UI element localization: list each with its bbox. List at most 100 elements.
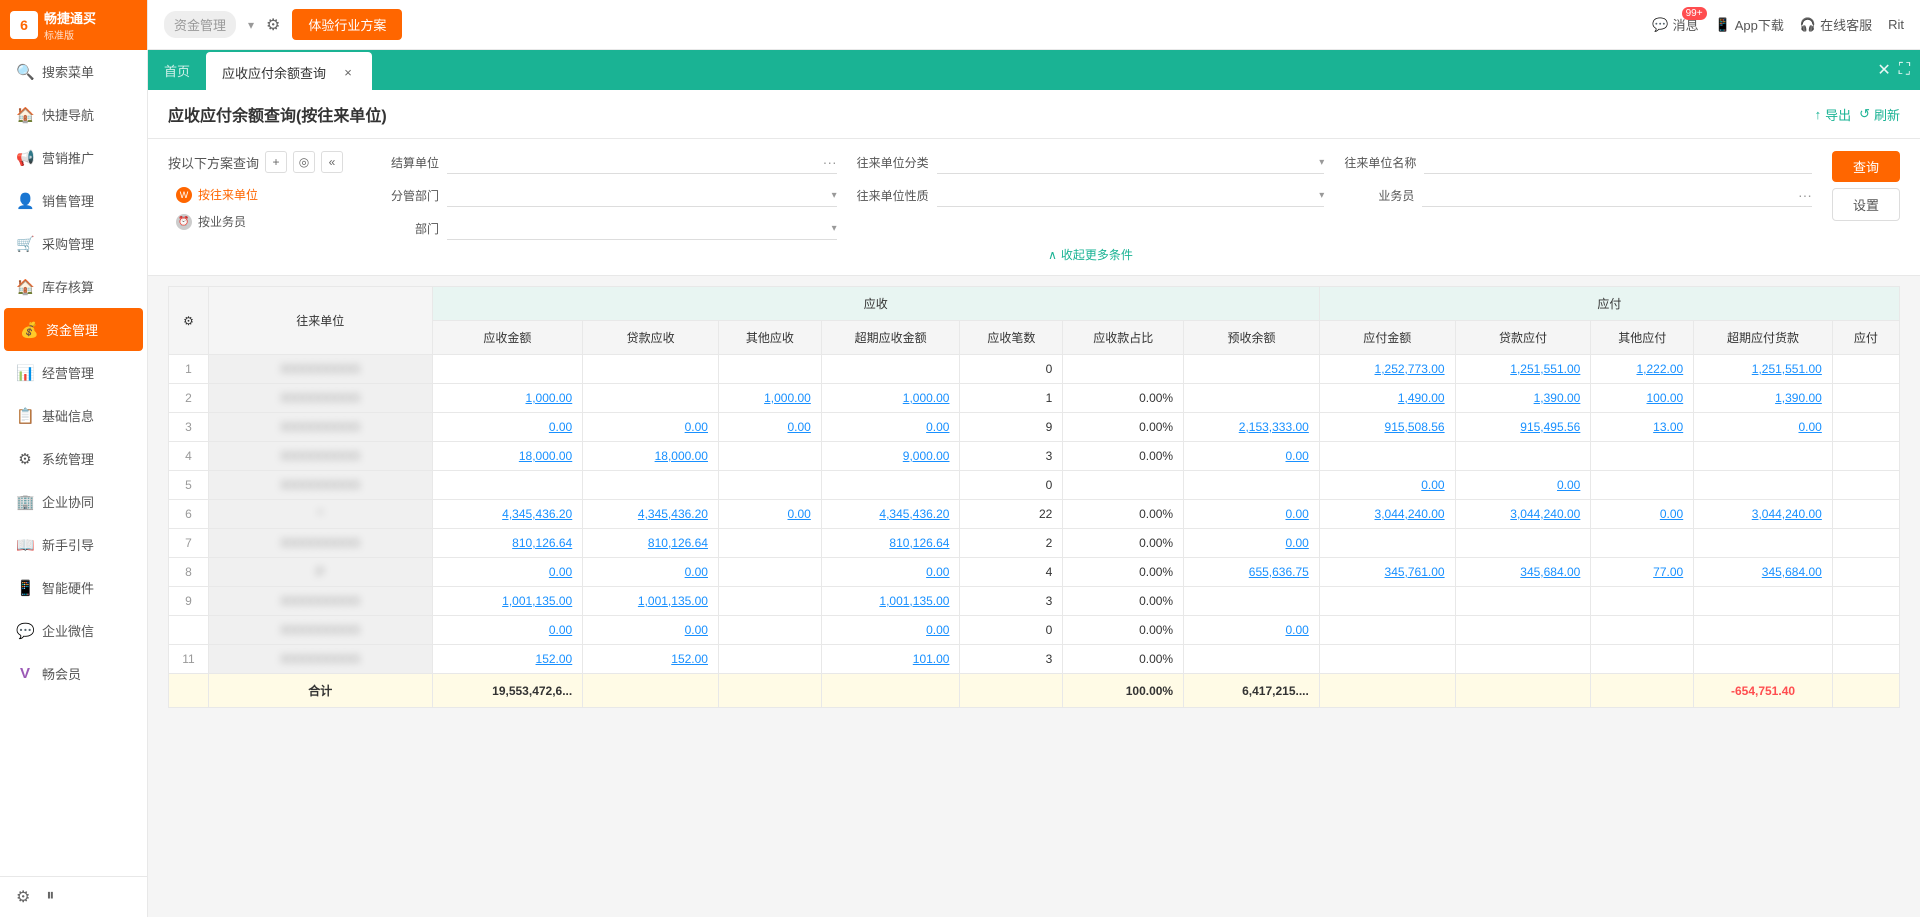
other-receivable-cell[interactable] (718, 355, 821, 384)
overdue-receivable-cell[interactable] (821, 471, 960, 500)
sidebar-item-enterprise[interactable]: 🏢 企业协同 (0, 480, 147, 523)
payable-amt-cell[interactable]: 345,761.00 (1319, 558, 1455, 587)
other-payable-cell[interactable] (1591, 529, 1694, 558)
loan-receivable-cell[interactable] (583, 355, 719, 384)
receivable-amt-cell[interactable] (432, 355, 583, 384)
settlement-dots-icon[interactable]: ··· (823, 154, 837, 170)
loan-payable-cell[interactable] (1455, 529, 1591, 558)
sidebar-item-purchase[interactable]: 🛒 采购管理 (0, 222, 147, 265)
payable-amt-cell[interactable] (1319, 587, 1455, 616)
overdue-receivable-cell[interactable]: 101.00 (821, 645, 960, 674)
other-payable-cell[interactable] (1591, 442, 1694, 471)
loan-receivable-cell[interactable] (583, 384, 719, 413)
loan-receivable-cell[interactable]: 18,000.00 (583, 442, 719, 471)
overdue-receivable-cell[interactable]: 0.00 (821, 413, 960, 442)
sidebar-item-search[interactable]: 🔍 搜索菜单 (0, 50, 147, 93)
loan-receivable-cell[interactable]: 4,345,436.20 (583, 500, 719, 529)
sidebar-item-hardware[interactable]: 📱 智能硬件 (0, 566, 147, 609)
other-payable-cell[interactable] (1591, 587, 1694, 616)
receivable-amt-cell[interactable]: 1,001,135.00 (432, 587, 583, 616)
loan-receivable-cell[interactable]: 0.00 (583, 616, 719, 645)
loan-payable-cell[interactable]: 915,495.56 (1455, 413, 1591, 442)
loan-payable-cell[interactable] (1455, 587, 1591, 616)
sidebar-item-system[interactable]: ⚙ 系统管理 (0, 437, 147, 480)
payable-amt-cell[interactable]: 915,508.56 (1319, 413, 1455, 442)
overdue-receivable-cell[interactable]: 1,000.00 (821, 384, 960, 413)
add-filter-btn[interactable]: + (265, 151, 287, 173)
other-payable-cell[interactable]: 77.00 (1591, 558, 1694, 587)
sidebar-item-capital[interactable]: 💰 资金管理 (4, 308, 143, 351)
other-receivable-cell[interactable] (718, 645, 821, 674)
receivable-amt-cell[interactable]: 152.00 (432, 645, 583, 674)
overdue-receivable-cell[interactable]: 4,345,436.20 (821, 500, 960, 529)
loan-receivable-cell[interactable]: 0.00 (583, 413, 719, 442)
payable-amt-cell[interactable] (1319, 529, 1455, 558)
prepaid-balance-cell[interactable]: 0.00 (1184, 500, 1320, 529)
overdue-receivable-cell[interactable] (821, 355, 960, 384)
receivable-amt-cell[interactable]: 0.00 (432, 558, 583, 587)
loan-receivable-cell[interactable]: 1,001,135.00 (583, 587, 719, 616)
other-receivable-cell[interactable] (718, 471, 821, 500)
salesman-dots-icon[interactable]: ··· (1798, 187, 1812, 203)
prepaid-balance-cell[interactable] (1184, 645, 1320, 674)
overdue-receivable-cell[interactable]: 9,000.00 (821, 442, 960, 471)
overdue-receivable-cell[interactable]: 1,001,135.00 (821, 587, 960, 616)
prepaid-balance-cell[interactable]: 655,636.75 (1184, 558, 1320, 587)
trial-button[interactable]: 体验行业方案 (292, 9, 402, 40)
loan-receivable-cell[interactable] (583, 471, 719, 500)
other-receivable-cell[interactable] (718, 587, 821, 616)
overdue-payable-cell[interactable] (1694, 471, 1833, 500)
receivable-amt-cell[interactable]: 0.00 (432, 413, 583, 442)
overdue-payable-cell[interactable]: 345,684.00 (1694, 558, 1833, 587)
other-payable-cell[interactable]: 0.00 (1591, 500, 1694, 529)
partner-name-input[interactable] (1424, 151, 1812, 173)
prepaid-balance-cell[interactable]: 2,153,333.00 (1184, 413, 1320, 442)
receivable-amt-cell[interactable]: 0.00 (432, 616, 583, 645)
payable-amt-cell[interactable]: 1,252,773.00 (1319, 355, 1455, 384)
receivable-amt-cell[interactable]: 4,345,436.20 (432, 500, 583, 529)
overdue-payable-cell[interactable] (1694, 529, 1833, 558)
prepaid-balance-cell[interactable]: 0.00 (1184, 529, 1320, 558)
sidebar-item-guide[interactable]: 📖 新手引导 (0, 523, 147, 566)
other-receivable-cell[interactable] (718, 442, 821, 471)
overdue-receivable-cell[interactable]: 0.00 (821, 616, 960, 645)
other-receivable-cell[interactable] (718, 616, 821, 645)
settings-bottom-icon[interactable]: ⚙ (16, 887, 30, 907)
sidebar-item-marketing[interactable]: 📢 营销推广 (0, 136, 147, 179)
overdue-payable-cell[interactable] (1694, 645, 1833, 674)
loan-payable-cell[interactable] (1455, 442, 1591, 471)
dept-manage-input[interactable] (447, 184, 832, 206)
other-receivable-cell[interactable]: 0.00 (718, 413, 821, 442)
other-receivable-cell[interactable] (718, 558, 821, 587)
overdue-payable-cell[interactable]: 0.00 (1694, 413, 1833, 442)
partner-category-input[interactable] (937, 151, 1320, 173)
payable-amt-cell[interactable]: 3,044,240.00 (1319, 500, 1455, 529)
online-service-btn[interactable]: 🎧 在线客服 (1800, 15, 1872, 34)
tab-close-button[interactable]: × (340, 64, 356, 80)
payable-amt-cell[interactable]: 1,490.00 (1319, 384, 1455, 413)
export-button[interactable]: ↑ 导出 (1815, 105, 1852, 124)
overdue-receivable-cell[interactable]: 0.00 (821, 558, 960, 587)
loan-receivable-cell[interactable]: 810,126.64 (583, 529, 719, 558)
sidebar-item-inventory[interactable]: 🏠 库存核算 (0, 265, 147, 308)
chevron-down-icon[interactable]: ▾ (248, 18, 254, 32)
other-payable-cell[interactable]: 13.00 (1591, 413, 1694, 442)
other-receivable-cell[interactable]: 1,000.00 (718, 384, 821, 413)
refresh-button[interactable]: ↺ 刷新 (1859, 105, 1900, 124)
payable-amt-cell[interactable]: 0.00 (1319, 471, 1455, 500)
nav-by-partner[interactable]: W 按往来单位 (168, 181, 359, 208)
sidebar-item-wechat[interactable]: 💬 企业微信 (0, 609, 147, 652)
loan-payable-cell[interactable] (1455, 645, 1591, 674)
other-payable-cell[interactable] (1591, 616, 1694, 645)
settings-button[interactable]: 设置 (1832, 188, 1900, 221)
overdue-payable-cell[interactable] (1694, 616, 1833, 645)
prepaid-balance-cell[interactable]: 0.00 (1184, 442, 1320, 471)
receivable-amt-cell[interactable]: 1,000.00 (432, 384, 583, 413)
prepaid-balance-cell[interactable]: 0.00 (1184, 616, 1320, 645)
nav-by-salesman[interactable]: ⏰ 按业务员 (168, 208, 359, 235)
receivable-amt-cell[interactable]: 18,000.00 (432, 442, 583, 471)
sidebar-item-base[interactable]: 📋 基础信息 (0, 394, 147, 437)
settlement-input[interactable] (447, 151, 823, 173)
partner-nature-input[interactable] (937, 184, 1320, 206)
sidebar-item-sales[interactable]: 👤 销售管理 (0, 179, 147, 222)
